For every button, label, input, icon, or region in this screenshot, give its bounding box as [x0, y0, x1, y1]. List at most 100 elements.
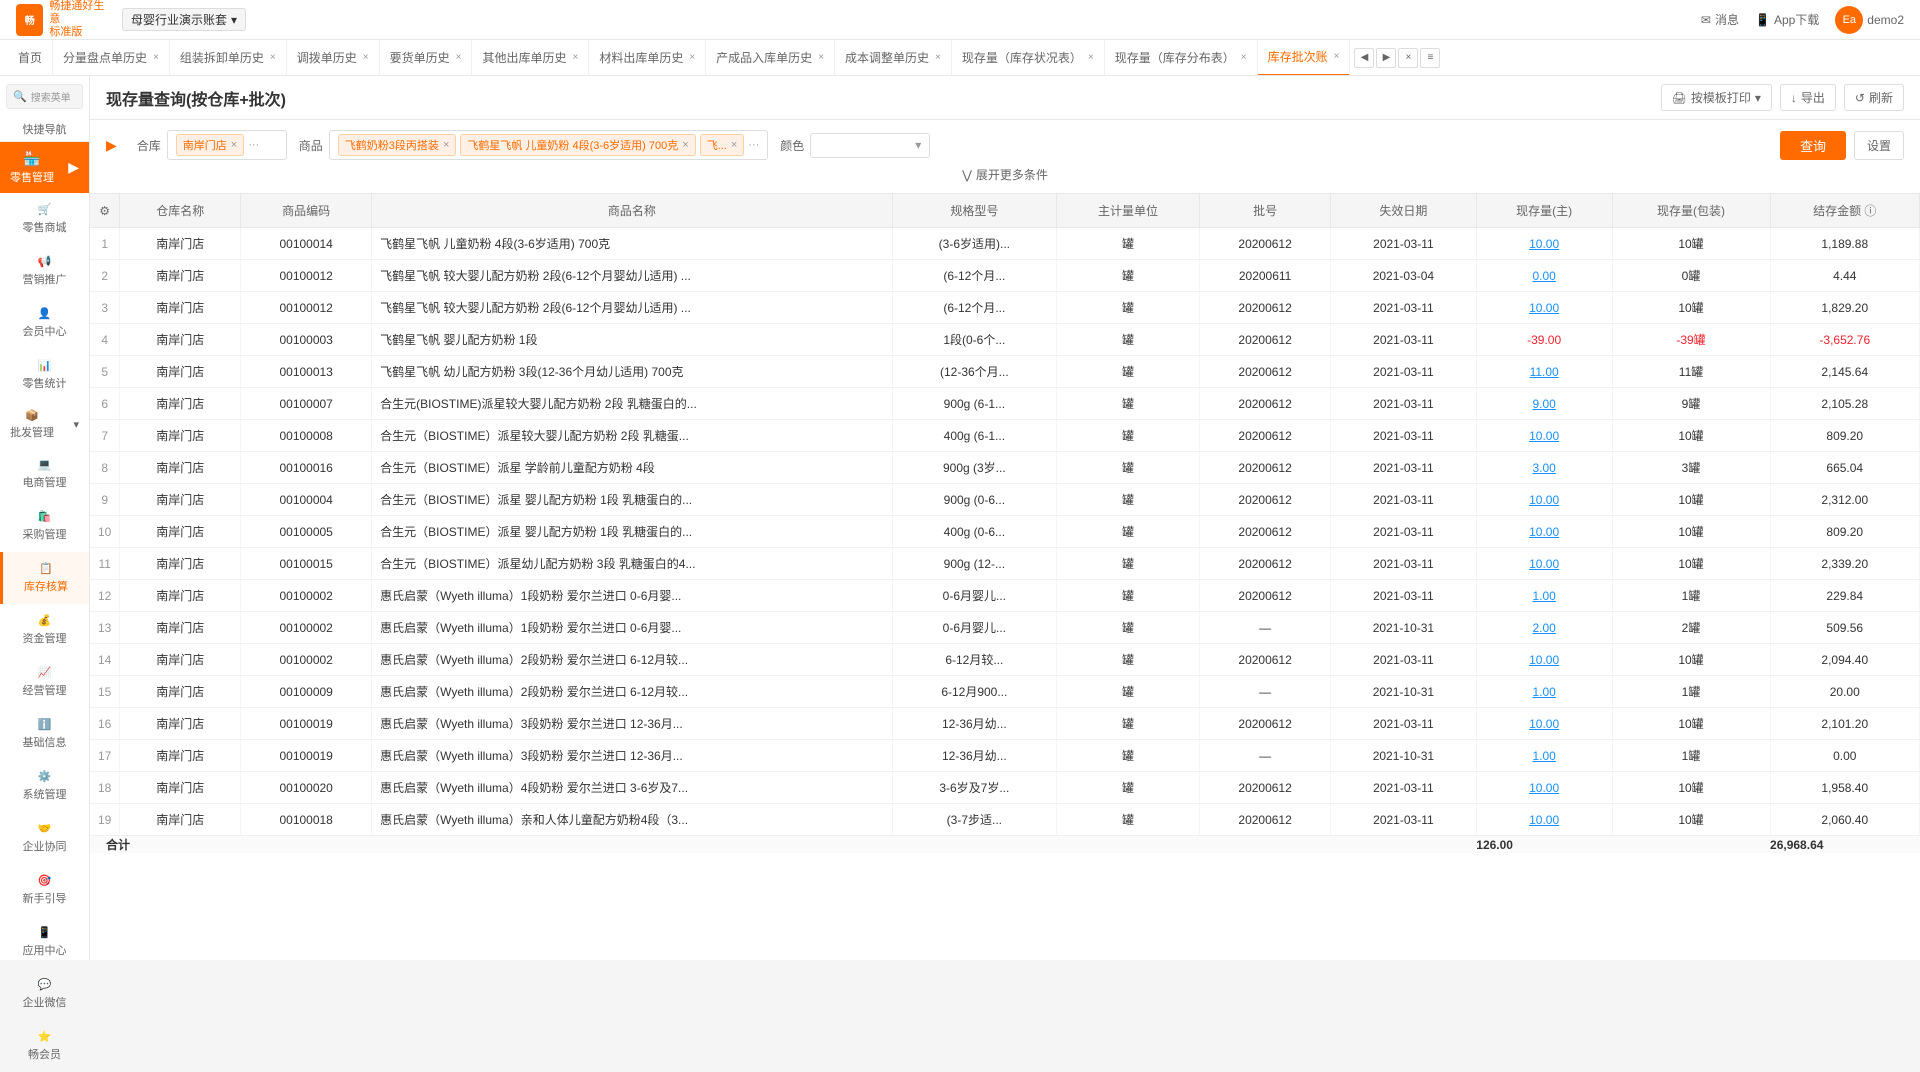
- row-qty-main[interactable]: 10.00: [1476, 772, 1612, 804]
- sidebar-item-app[interactable]: 📱 应用中心: [0, 916, 89, 968]
- row-qty-main[interactable]: 11.00: [1476, 356, 1612, 388]
- row-qty-main[interactable]: -39.00: [1476, 324, 1612, 356]
- tab-6[interactable]: 材料出库单历史 ×: [589, 40, 706, 76]
- tab-home[interactable]: 首页: [8, 40, 53, 76]
- row-qty-main[interactable]: 10.00: [1476, 516, 1612, 548]
- finance-icon: 💰: [38, 614, 52, 627]
- warehouse-input[interactable]: 南岸门店 × ···: [167, 130, 287, 160]
- refresh-button[interactable]: ↺ 刷新: [1844, 84, 1904, 111]
- close-icon[interactable]: ×: [456, 52, 462, 63]
- sidebar-item-guide[interactable]: 🎯 新手引导: [0, 864, 89, 916]
- row-batch: 20200612: [1200, 388, 1331, 420]
- sidebar-item-retail-manage[interactable]: 🏪 零售管理 ▶: [0, 142, 89, 193]
- search-input[interactable]: 🔍 搜索英单: [6, 84, 83, 109]
- close-icon[interactable]: ×: [818, 52, 824, 63]
- tab-3[interactable]: 调拨单历史 ×: [287, 40, 380, 76]
- tab-10[interactable]: 现存量（库存分布表） ×: [1105, 40, 1258, 76]
- account-selector[interactable]: 母婴行业演示账套 ▾: [122, 8, 246, 31]
- sidebar-item-ecommerce[interactable]: 💻 电商管理: [0, 448, 89, 500]
- row-qty-main[interactable]: 10.00: [1476, 420, 1612, 452]
- row-code: 00100018: [241, 804, 372, 836]
- app-download-btn[interactable]: 📱 App下载: [1755, 11, 1819, 28]
- sidebar-item-member[interactable]: 👤 会员中心: [0, 297, 89, 349]
- nav-prev[interactable]: ◀: [1354, 48, 1374, 68]
- setting-button[interactable]: 设置: [1854, 131, 1904, 160]
- row-amount: 809.20: [1770, 420, 1919, 452]
- sidebar-item-wholesale[interactable]: 📦 批发管理 ▾: [0, 401, 89, 448]
- table-row: 9 南岸门店 00100004 合生元（BIOSTIME）派星 婴儿配方奶粉 1…: [90, 484, 1920, 516]
- tab-8[interactable]: 成本调整单历史 ×: [835, 40, 952, 76]
- table-row: 19 南岸门店 00100018 惠氏启蒙（Wyeth illuma）亲和人体儿…: [90, 804, 1920, 836]
- row-qty-main[interactable]: 1.00: [1476, 676, 1612, 708]
- row-qty-main[interactable]: 10.00: [1476, 708, 1612, 740]
- row-qty-main[interactable]: 2.00: [1476, 612, 1612, 644]
- sidebar-item-vip[interactable]: ⭐ 畅会员: [0, 1020, 89, 1072]
- row-qty-main[interactable]: 0.00: [1476, 260, 1612, 292]
- query-button[interactable]: 查询: [1780, 131, 1846, 160]
- close-icon[interactable]: ×: [1334, 51, 1340, 62]
- nav-close[interactable]: ×: [1398, 48, 1418, 68]
- row-qty-main[interactable]: 10.00: [1476, 228, 1612, 260]
- product-tag-1-close[interactable]: ×: [443, 139, 449, 151]
- row-qty-main[interactable]: 10.00: [1476, 804, 1612, 836]
- sidebar-item-basic-info[interactable]: ℹ️ 基础信息: [0, 708, 89, 760]
- user-profile[interactable]: Ea demo2: [1835, 6, 1904, 34]
- collapse-arrow[interactable]: ▶: [106, 137, 117, 154]
- sidebar-item-operations[interactable]: 📈 经营管理: [0, 656, 89, 708]
- sidebar-item-retail-mall[interactable]: 🛒 零售商城: [0, 193, 89, 245]
- tab-9[interactable]: 现存量（库存状况表） ×: [952, 40, 1105, 76]
- close-icon[interactable]: ×: [689, 52, 695, 63]
- sidebar-item-retail-stats[interactable]: 📊 零售统计: [0, 349, 89, 401]
- row-qty-main[interactable]: 1.00: [1476, 740, 1612, 772]
- row-qty-main[interactable]: 10.00: [1476, 292, 1612, 324]
- row-spec: 900g (12-...: [892, 548, 1056, 580]
- row-expire: 2021-10-31: [1331, 740, 1477, 772]
- color-input[interactable]: ▾: [810, 133, 930, 158]
- sidebar-item-marketing[interactable]: 📢 营销推广: [0, 245, 89, 297]
- product-tag-2-close[interactable]: ×: [682, 139, 688, 151]
- sidebar-item-system[interactable]: ⚙️ 系统管理: [0, 760, 89, 812]
- tab-5[interactable]: 其他出库单历史 ×: [472, 40, 589, 76]
- row-qty-main[interactable]: 10.00: [1476, 644, 1612, 676]
- row-qty-pkg: 11罐: [1612, 356, 1770, 388]
- product-input[interactable]: 飞鹤奶粉3段丙搭装 × 飞鹤星飞帆 儿童奶粉 4段(3-6岁适用) 700克 ×…: [329, 130, 768, 160]
- nav-menu[interactable]: ≡: [1420, 48, 1440, 68]
- row-expire: 2021-03-11: [1331, 324, 1477, 356]
- row-spec: 3-6岁及7岁...: [892, 772, 1056, 804]
- row-batch: 20200612: [1200, 356, 1331, 388]
- tab-1[interactable]: 分量盘点单历史 ×: [53, 40, 170, 76]
- row-qty-main[interactable]: 1.00: [1476, 580, 1612, 612]
- export-button[interactable]: ↓ 导出: [1780, 84, 1836, 111]
- tab-11[interactable]: 库存批次账 ×: [1258, 40, 1351, 76]
- row-qty-main[interactable]: 10.00: [1476, 484, 1612, 516]
- close-icon[interactable]: ×: [363, 52, 369, 63]
- product-tag-3-close[interactable]: ×: [731, 139, 737, 151]
- sidebar-item-finance[interactable]: 💰 资金管理: [0, 604, 89, 656]
- row-qty-main[interactable]: 9.00: [1476, 388, 1612, 420]
- close-icon[interactable]: ×: [153, 52, 159, 63]
- sidebar-item-inventory[interactable]: 📋 库存核算: [0, 552, 89, 604]
- message-btn[interactable]: ✉ 消息: [1701, 11, 1739, 28]
- row-code: 00100016: [241, 452, 372, 484]
- close-icon[interactable]: ×: [270, 52, 276, 63]
- row-warehouse: 南岸门店: [120, 612, 241, 644]
- close-icon[interactable]: ×: [572, 52, 578, 63]
- nav-next[interactable]: ▶: [1376, 48, 1396, 68]
- close-icon[interactable]: ×: [1088, 52, 1094, 63]
- row-qty-main[interactable]: 3.00: [1476, 452, 1612, 484]
- sidebar-item-collab[interactable]: 🤝 企业协同: [0, 812, 89, 864]
- row-qty-main[interactable]: 10.00: [1476, 548, 1612, 580]
- expand-conditions[interactable]: ⋁ 展开更多条件: [106, 166, 1904, 183]
- warehouse-tag-close[interactable]: ×: [231, 139, 237, 151]
- content-area: 现存量查询(按仓库+批次) 🖨 按模板打印 ▾ ↓ 导出 ↺ 刷新: [90, 76, 1920, 960]
- close-icon[interactable]: ×: [1241, 52, 1247, 63]
- close-icon[interactable]: ×: [935, 52, 941, 63]
- quick-nav[interactable]: 快捷导航: [0, 117, 89, 142]
- row-qty-pkg: 10罐: [1612, 804, 1770, 836]
- tab-7[interactable]: 产成品入库单历史 ×: [706, 40, 835, 76]
- tab-2[interactable]: 组装拆卸单历史 ×: [170, 40, 287, 76]
- sidebar-item-purchase[interactable]: 🛍️ 采购管理: [0, 500, 89, 552]
- tab-4[interactable]: 要货单历史 ×: [380, 40, 473, 76]
- print-button[interactable]: 🖨 按模板打印 ▾: [1661, 84, 1772, 111]
- sidebar-item-wechat[interactable]: 💬 企业微信: [0, 968, 89, 1020]
